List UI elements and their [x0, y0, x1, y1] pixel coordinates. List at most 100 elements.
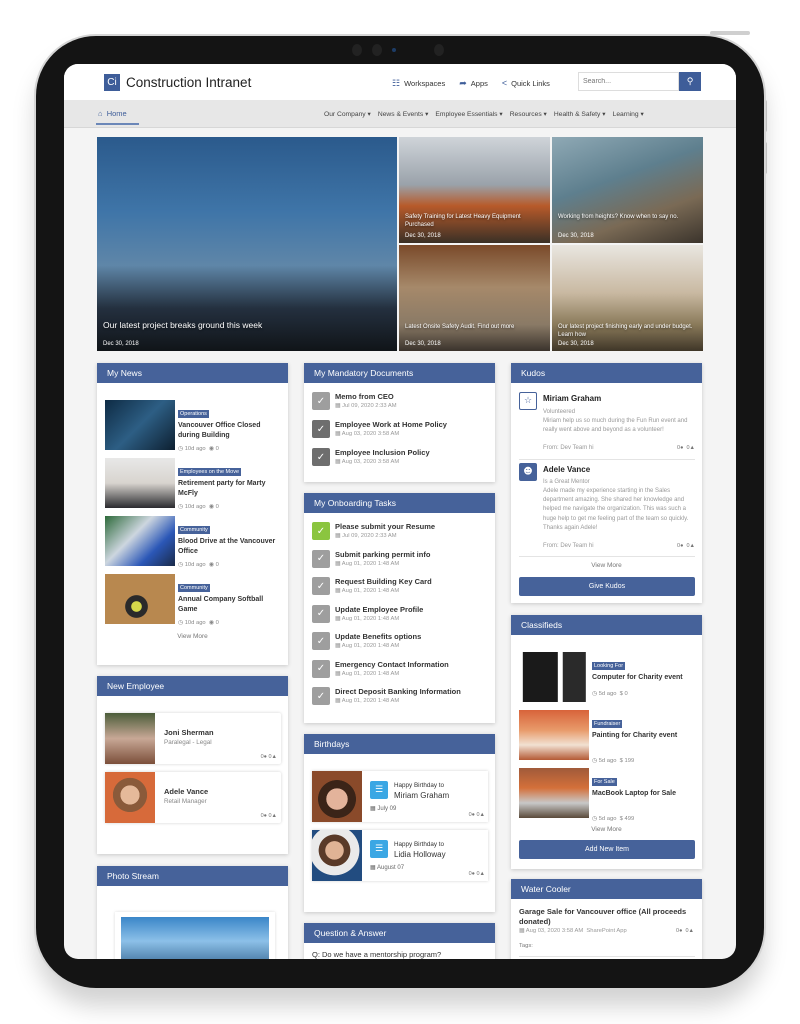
nav-resources[interactable]: Resources ▾ — [510, 110, 547, 118]
nav-learning[interactable]: Learning ▾ — [613, 110, 644, 118]
employee-name: Joni Sherman — [164, 728, 214, 737]
task-item[interactable]: ✓ Submit parking permit info ▦ Aug 01, 202… — [312, 549, 430, 568]
task-item[interactable]: ✓ Update Benefits options ▦ Aug 01, 2020 1… — [312, 632, 421, 650]
task-item[interactable]: ✓ Direct Deposit Banking Information ▦ Aug… — [312, 687, 461, 705]
birthdays-card: Birthdays ☰ Happy Birthday to Miriam Gra… — [304, 734, 495, 912]
share-arrow-icon: ➦ — [459, 78, 467, 88]
thumbs-up-icon[interactable]: ▲ — [272, 754, 277, 760]
search-input[interactable] — [578, 72, 679, 91]
news-item[interactable]: Operations Vancouver Office Closed durin… — [105, 400, 278, 452]
view-more-link[interactable]: View More — [97, 633, 288, 640]
comment-icon[interactable]: ● — [679, 928, 682, 934]
classified-item[interactable]: Fundraiser Painting for Charity event ◷ … — [519, 710, 697, 764]
comment-icon[interactable]: ● — [680, 445, 683, 451]
workspaces-link[interactable]: ☷ Workspaces — [392, 78, 445, 89]
search-icon: ⚲ — [686, 76, 694, 87]
nav-home[interactable]: ⌂ Home — [98, 109, 127, 118]
nav-our-company[interactable]: Our Company ▾ — [324, 110, 371, 118]
nav-employee-essentials[interactable]: Employee Essentials ▾ — [435, 110, 502, 118]
comment-icon[interactable]: ● — [680, 543, 683, 549]
classified-item[interactable]: Looking For Computer for Charity event ◷… — [519, 652, 697, 702]
checkbox-icon[interactable]: ✓ — [312, 420, 330, 438]
checkbox-icon[interactable]: ✓ — [312, 687, 330, 705]
news-item[interactable]: Employees on the Move Retirement party f… — [105, 458, 278, 510]
checkbox-icon[interactable]: ✓ — [312, 522, 330, 540]
calendar-icon: ▦ — [335, 533, 341, 539]
task-item[interactable]: ✓ Update Employee Profile ▦ Aug 01, 2020 1… — [312, 604, 423, 623]
nav-menu: Our Company ▾ News & Events ▾ Employee E… — [324, 110, 644, 118]
birthday-item[interactable]: ☰ Happy Birthday to Lidia Holloway ▦ Aug… — [312, 830, 488, 881]
checkbox-icon[interactable]: ✓ — [312, 659, 330, 678]
checkbox-icon[interactable]: ✓ — [312, 549, 330, 568]
task-item[interactable]: ✓ Please submit your Resume ▦ Jul 09, 2020… — [312, 522, 435, 540]
person-photo — [312, 771, 362, 822]
question-link[interactable]: Q: Do we have a mentorship program? — [312, 950, 441, 959]
thumbs-up-icon[interactable]: ▲ — [272, 813, 277, 819]
onboarding-tasks-card: My Onboarding Tasks ✓ Please submit your … — [304, 493, 495, 723]
birthday-item[interactable]: ☰ Happy Birthday to Miriam Graham ▦ July… — [312, 771, 488, 822]
news-item[interactable]: Community Annual Company Softball Game ◷… — [105, 574, 278, 626]
comment-icon[interactable]: ● — [264, 813, 267, 819]
document-item[interactable]: ✓ Memo from CEO ▦ Jul 09, 2020 2:33 AM — [312, 392, 397, 410]
document-item[interactable]: ✓ Employee Inclusion Policy ▦ Aug 03, 202… — [312, 448, 430, 466]
view-more-link[interactable]: View More — [511, 562, 702, 569]
comment-icon[interactable]: ● — [472, 812, 475, 818]
calendar-icon: ▦ — [335, 698, 341, 704]
calendar-icon: ▦ — [335, 560, 341, 567]
hero-tile[interactable]: Latest Onsite Safety Audit. Find out mor… — [399, 245, 550, 351]
apps-link[interactable]: ➦ Apps — [459, 78, 488, 89]
search-button[interactable]: ⚲ — [679, 72, 701, 91]
document-item[interactable]: ✓ Employee Work at Home Policy ▦ Aug 03, … — [312, 420, 447, 438]
calendar-icon: ▦ — [335, 431, 341, 437]
kudos-item[interactable]: ☻ Adele Vance Is a Great Mentor Adele ma… — [519, 463, 695, 553]
hero-tile[interactable]: Our latest project finishing early and u… — [552, 245, 703, 351]
employee-card[interactable]: Adele Vance Retail Manager 0● 0▲ — [105, 772, 281, 823]
news-title: Retirement party for Marty McFly — [178, 480, 266, 497]
site-logo[interactable]: Ci Construction Intranet — [104, 74, 251, 91]
hero-tile[interactable]: Working from heights? Know when to say n… — [552, 137, 703, 243]
nav-news-events[interactable]: News & Events ▾ — [378, 110, 429, 118]
checkbox-icon[interactable]: ✓ — [312, 632, 330, 650]
eye-icon: ◉ — [208, 562, 214, 568]
category-tag: Operations — [178, 410, 209, 418]
news-title: Annual Company Softball Game — [178, 596, 264, 613]
thumbs-up-icon[interactable]: ▲ — [480, 812, 485, 818]
cake-icon: ☰ — [370, 781, 388, 799]
view-more-link[interactable]: View More — [511, 826, 702, 833]
photo-frame[interactable] — [115, 912, 275, 959]
news-thumbnail — [105, 400, 175, 450]
checkbox-icon[interactable]: ✓ — [312, 392, 330, 410]
give-kudos-button[interactable]: Give Kudos — [519, 577, 695, 596]
nav-health-safety[interactable]: Health & Safety ▾ — [554, 110, 606, 118]
card-title: New Employee — [97, 676, 288, 696]
thumbs-up-icon[interactable]: ▲ — [690, 543, 695, 549]
add-new-item-button[interactable]: Add New Item — [519, 840, 695, 859]
checkbox-icon[interactable]: ✓ — [312, 448, 330, 466]
thumbs-up-icon[interactable]: ▲ — [480, 871, 485, 877]
thumbs-up-icon[interactable]: ▲ — [689, 928, 694, 934]
calendar-icon: ▦ — [370, 806, 376, 812]
eye-icon: ◉ — [208, 446, 214, 452]
hero-tile[interactable]: Safety Training for Latest Heavy Equipme… — [399, 137, 550, 243]
classified-item[interactable]: For Sale MacBook Laptop for Sale ◷ 5d ag… — [519, 768, 697, 822]
task-item[interactable]: ✓ Emergency Contact Information ▦ Aug 01, … — [312, 659, 449, 678]
classified-thumbnail — [519, 652, 589, 702]
thumbs-up-icon[interactable]: ▲ — [690, 445, 695, 451]
checkbox-icon[interactable]: ✓ — [312, 577, 330, 595]
clock-icon: ◷ — [592, 690, 598, 697]
checkbox-icon[interactable]: ✓ — [312, 604, 330, 623]
news-title: Vancouver Office Closed during Building — [178, 422, 261, 439]
employee-card[interactable]: Joni Sherman Paralegal - Legal 0● 0▲ — [105, 713, 281, 764]
comment-icon[interactable]: ● — [264, 754, 267, 760]
clock-icon: ◷ — [178, 562, 184, 568]
quick-links-link[interactable]: < Quick Links — [502, 78, 550, 89]
kudos-item[interactable]: ☆ Miriam Graham Volunteered Miriam help … — [519, 392, 695, 454]
hero-main-tile[interactable]: Our latest project breaks ground this we… — [97, 137, 397, 351]
task-item[interactable]: ✓ Request Building Key Card ▦ Aug 01, 2020… — [312, 577, 432, 595]
calendar-icon: ▦ — [335, 670, 341, 677]
comment-icon[interactable]: ● — [472, 871, 475, 877]
post-title[interactable]: Garage Sale for Vancouver office (All pr… — [519, 907, 695, 927]
news-item[interactable]: Community Blood Drive at the Vancouver O… — [105, 516, 278, 568]
site-header: Ci Construction Intranet ☷ Workspaces ➦ Ap… — [64, 64, 736, 100]
header-links: ☷ Workspaces ➦ Apps < Quick Links — [392, 78, 550, 89]
